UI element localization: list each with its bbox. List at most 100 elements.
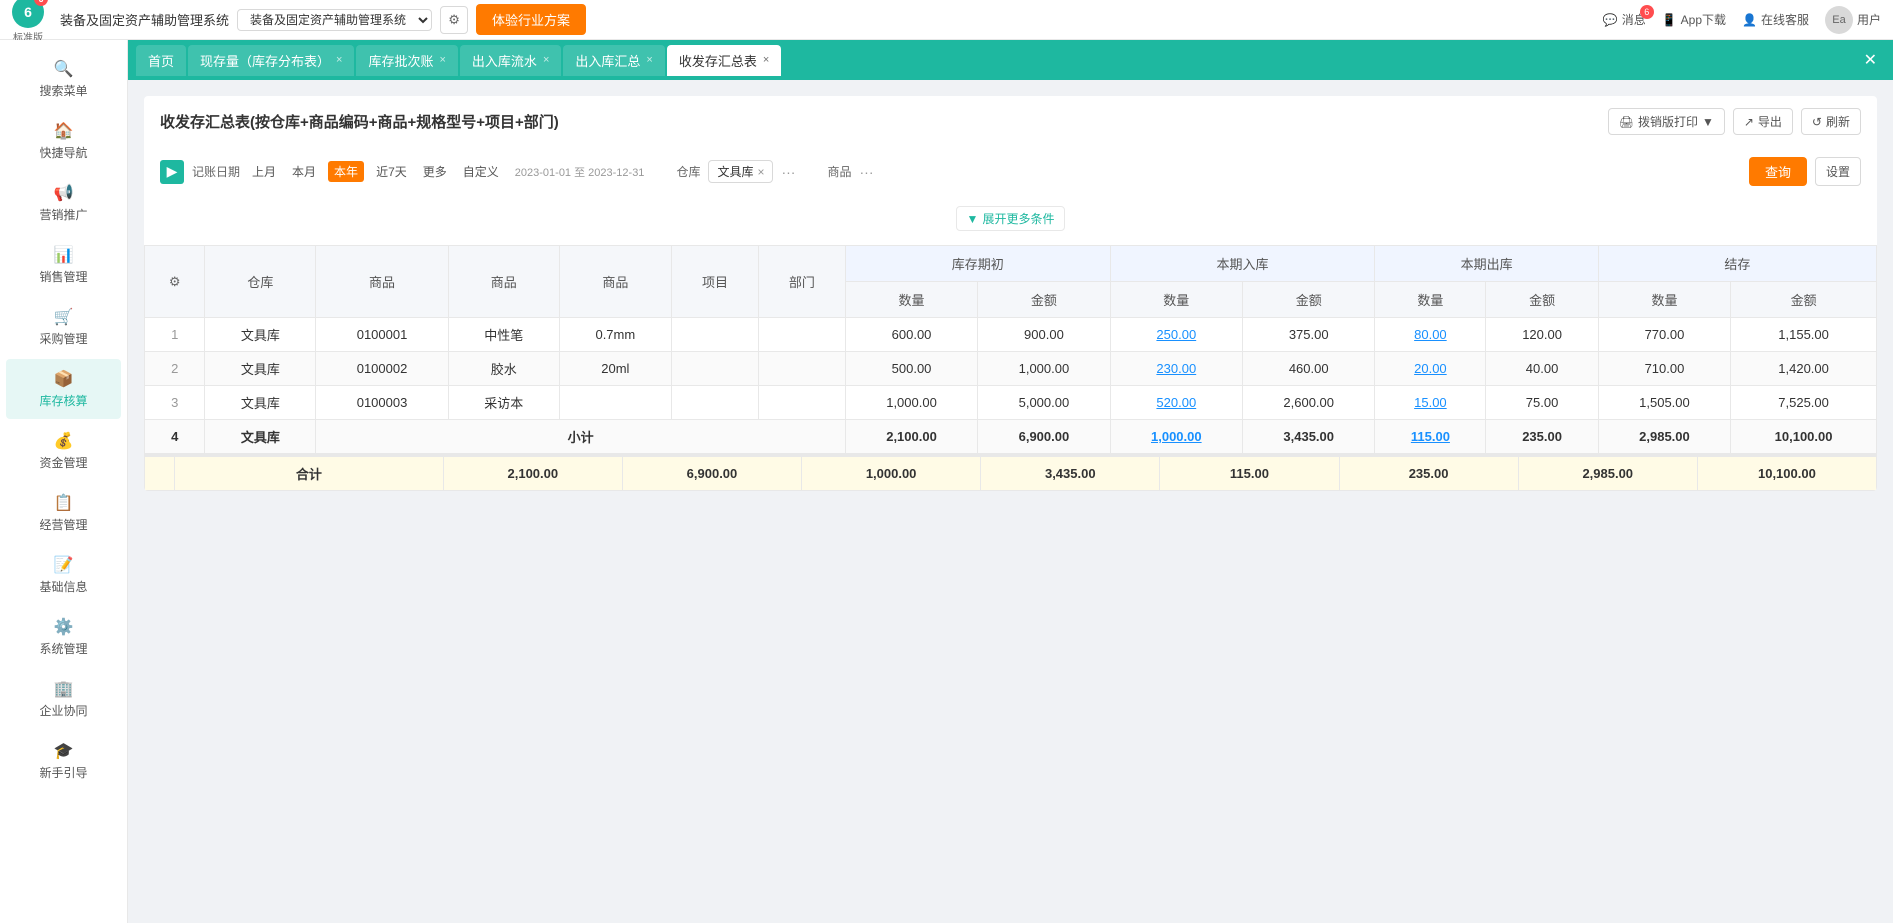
total-out-amt: 235.00 xyxy=(1339,457,1518,491)
row-bal-amt: 1,420.00 xyxy=(1731,352,1877,386)
tab-inventory-dist[interactable]: 现存量（库存分布表） × xyxy=(188,45,354,76)
sidebar-item-marketing[interactable]: 📢 营销推广 xyxy=(6,173,121,233)
settings-button[interactable]: 设置 xyxy=(1815,157,1861,186)
top-bar: 6 6 标准版 装备及固定资产辅助管理系统 装备及固定资产辅助管理系统 ⚙ 体验… xyxy=(0,0,1893,40)
sidebar-item-newbie[interactable]: 🎓 新手引导 xyxy=(6,731,121,791)
row-bal-qty: 710.00 xyxy=(1598,352,1730,386)
row-open-amt: 900.00 xyxy=(978,318,1110,352)
sidebar-item-sales[interactable]: 📊 销售管理 xyxy=(6,235,121,295)
tab-inout-flow-close[interactable]: × xyxy=(543,54,549,66)
message-item[interactable]: 💬 消息 6 xyxy=(1603,11,1646,28)
row-out-qty[interactable]: 80.00 xyxy=(1375,318,1486,352)
total-label: 合计 xyxy=(175,457,444,491)
sidebar-item-baseinfo[interactable]: 📝 基础信息 xyxy=(6,545,121,605)
warehouse-filter-tag[interactable]: 文具库 × xyxy=(708,160,773,183)
tab-inout-summary-close[interactable]: × xyxy=(646,54,652,66)
row-warehouse: 文具库 xyxy=(205,318,316,352)
sidebar-item-purchase[interactable]: 🛒 采购管理 xyxy=(6,297,121,357)
page-content: 收发存汇总表(按仓库+商品编码+商品+规格型号+项目+部门) 🖨 拨销版打印 ▼… xyxy=(128,80,1893,923)
expand-more-conditions[interactable]: ▼ 展开更多条件 xyxy=(956,206,1066,231)
logo-area: 6 6 标准版 xyxy=(12,0,44,44)
sub-bal-amt: 10,100.00 xyxy=(1731,420,1877,454)
sidebar-item-label-sales: 销售管理 xyxy=(39,268,87,285)
th-settings[interactable]: ⚙ xyxy=(145,246,205,318)
goods-filter-more[interactable]: ··· xyxy=(860,164,874,180)
tab-bar-close-all[interactable]: ✕ xyxy=(1856,50,1885,70)
sub-out-qty[interactable]: 115.00 xyxy=(1375,420,1486,454)
row-bal-qty: 1,505.00 xyxy=(1598,386,1730,420)
th-spec: 商品 xyxy=(559,246,671,318)
sidebar-item-search[interactable]: 🔍 搜索菜单 xyxy=(6,49,121,109)
sub-in-qty[interactable]: 1,000.00 xyxy=(1110,420,1242,454)
system-select[interactable]: 装备及固定资产辅助管理系统 xyxy=(237,9,432,31)
print-icon: 🖨 xyxy=(1619,115,1634,129)
export-button[interactable]: ↗ 导出 xyxy=(1733,108,1793,135)
refresh-button[interactable]: ↺ 刷新 xyxy=(1801,108,1861,135)
tab-inout-flow[interactable]: 出入库流水 × xyxy=(460,45,561,76)
row-code: 0100003 xyxy=(316,386,448,420)
user-item[interactable]: Ea 用户 xyxy=(1825,6,1881,34)
warehouse-filter-more[interactable]: ··· xyxy=(781,164,795,180)
tab-recv-send-summary[interactable]: 收发存汇总表 × xyxy=(667,45,781,76)
shortcut-more[interactable]: 更多 xyxy=(419,161,451,182)
tab-batch-ledger-label: 库存批次账 xyxy=(368,51,433,70)
print-button[interactable]: 🖨 拨销版打印 ▼ xyxy=(1608,108,1725,135)
query-button[interactable]: 查询 xyxy=(1749,157,1807,186)
shortcut-this-year[interactable]: 本年 xyxy=(328,161,364,182)
chevron-down-icon: ▼ xyxy=(1702,115,1714,129)
tab-recv-send-summary-close[interactable]: × xyxy=(763,54,769,66)
sidebar-item-operations[interactable]: 📋 经营管理 xyxy=(6,483,121,543)
th-code: 商品 xyxy=(316,246,448,318)
shortcut-last-month[interactable]: 上月 xyxy=(248,161,280,182)
row-open-qty: 500.00 xyxy=(845,352,977,386)
logo-badge: 6 xyxy=(34,0,48,6)
tab-bar: 首页 现存量（库存分布表） × 库存批次账 × 出入库流水 × 出入库汇总 × xyxy=(128,40,1893,80)
sub-bal-qty: 2,985.00 xyxy=(1598,420,1730,454)
row-in-qty[interactable]: 250.00 xyxy=(1110,318,1242,352)
top-bar-right: 💬 消息 6 📱 App下载 👤 在线客服 Ea 用户 xyxy=(1603,6,1881,34)
tab-home[interactable]: 首页 xyxy=(136,45,186,76)
table-footer: 合计 2,100.00 6,900.00 1,000.00 3,435.00 1… xyxy=(144,454,1877,491)
top-bar-left: 6 6 标准版 装备及固定资产辅助管理系统 装备及固定资产辅助管理系统 ⚙ 体验… xyxy=(12,0,586,44)
total-bal-amt: 10,100.00 xyxy=(1697,457,1876,491)
row-out-qty[interactable]: 20.00 xyxy=(1375,352,1486,386)
sidebar-item-enterprise[interactable]: 🏢 企业协同 xyxy=(6,669,121,729)
experience-button[interactable]: 体验行业方案 xyxy=(476,4,586,35)
shortcut-custom[interactable]: 自定义 xyxy=(459,161,503,182)
row-num: 3 xyxy=(145,386,205,420)
row-out-qty[interactable]: 15.00 xyxy=(1375,386,1486,420)
main-table: ⚙ 仓库 商品 商品 商品 项目 部门 库存期初 本期入库 本期出库 xyxy=(144,245,1877,454)
tab-inventory-dist-close[interactable]: × xyxy=(336,54,342,66)
gear-button[interactable]: ⚙ xyxy=(440,6,468,34)
sidebar-item-system[interactable]: ⚙️ 系统管理 xyxy=(6,607,121,667)
shortcut-7days[interactable]: 近7天 xyxy=(372,161,411,182)
th-open-qty: 数量 xyxy=(845,282,977,318)
row-in-qty[interactable]: 230.00 xyxy=(1110,352,1242,386)
th-current-out: 本期出库 xyxy=(1375,246,1598,282)
sidebar-item-label-system: 系统管理 xyxy=(39,640,87,657)
app-download-item[interactable]: 📱 App下载 xyxy=(1662,11,1726,28)
row-spec xyxy=(559,386,671,420)
filter-toggle-button[interactable]: ▶ xyxy=(160,160,184,184)
expand-label: 展开更多条件 xyxy=(982,210,1054,227)
online-service-item[interactable]: 👤 在线客服 xyxy=(1742,11,1809,28)
sidebar-item-quicknav[interactable]: 🏠 快捷导航 xyxy=(6,111,121,171)
tab-batch-ledger-close[interactable]: × xyxy=(439,54,445,66)
tab-home-label: 首页 xyxy=(148,51,174,70)
tab-batch-ledger[interactable]: 库存批次账 × xyxy=(356,45,457,76)
table-settings-icon[interactable]: ⚙ xyxy=(169,274,181,289)
sidebar-item-label-enterprise: 企业协同 xyxy=(39,702,87,719)
sidebar-item-finance[interactable]: 💰 资金管理 xyxy=(6,421,121,481)
row-in-qty[interactable]: 520.00 xyxy=(1110,386,1242,420)
tab-inout-summary[interactable]: 出入库汇总 × xyxy=(563,45,664,76)
warehouse-tag-close[interactable]: × xyxy=(757,165,764,179)
th-out-qty: 数量 xyxy=(1375,282,1486,318)
sidebar-item-label-search: 搜索菜单 xyxy=(39,82,87,99)
th-opening-stock: 库存期初 xyxy=(845,246,1110,282)
row-bal-amt: 7,525.00 xyxy=(1731,386,1877,420)
sub-open-qty: 2,100.00 xyxy=(845,420,977,454)
th-bal-amt: 金额 xyxy=(1731,282,1877,318)
sidebar-item-inventory[interactable]: 📦 库存核算 xyxy=(6,359,121,419)
row-name: 中性笔 xyxy=(448,318,559,352)
shortcut-this-month[interactable]: 本月 xyxy=(288,161,320,182)
